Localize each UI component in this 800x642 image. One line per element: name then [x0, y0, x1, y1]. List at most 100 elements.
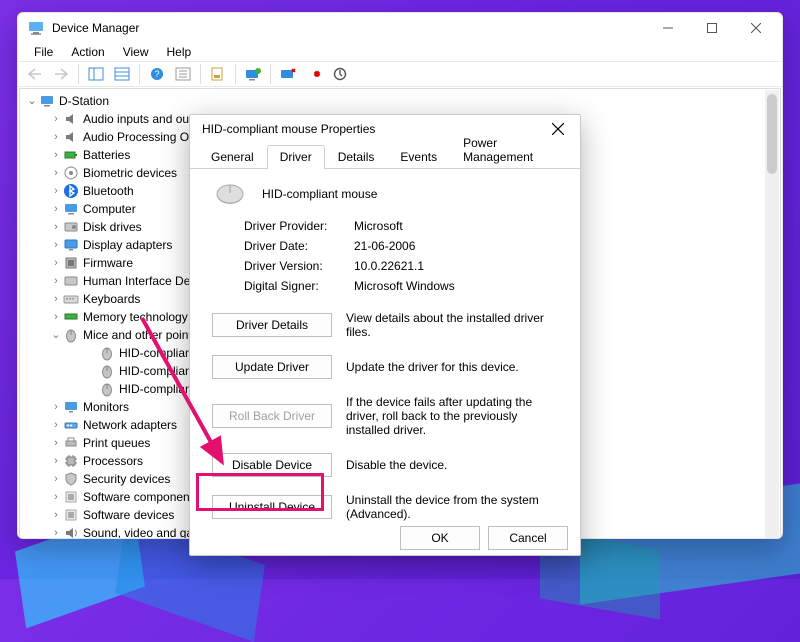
expand-icon[interactable]: › — [49, 236, 63, 254]
help-button[interactable]: ? — [145, 62, 169, 86]
date-label: Driver Date: — [244, 239, 354, 253]
menu-view[interactable]: View — [115, 43, 157, 61]
uninstall-device-button[interactable]: Uninstall Device — [212, 495, 332, 519]
signer-label: Digital Signer: — [244, 279, 354, 293]
titlebar[interactable]: Device Manager — [18, 13, 782, 43]
category-icon — [63, 291, 79, 307]
expand-icon[interactable]: › — [49, 434, 63, 452]
expand-icon[interactable]: › — [49, 272, 63, 290]
tab-events[interactable]: Events — [387, 145, 450, 169]
signer-value: Microsoft Windows — [354, 279, 560, 293]
category-icon — [63, 453, 79, 469]
scrollbar-thumb[interactable] — [767, 94, 777, 174]
toolbar-button-details[interactable] — [171, 62, 195, 86]
tree-label: Monitors — [83, 398, 129, 416]
expand-icon[interactable]: › — [49, 254, 63, 272]
tree-label: Biometric devices — [83, 164, 177, 182]
category-icon — [63, 435, 79, 451]
minimize-button[interactable] — [646, 13, 690, 43]
expand-icon[interactable]: › — [49, 470, 63, 488]
date-value: 21-06-2006 — [354, 239, 560, 253]
disable-button[interactable] — [302, 62, 326, 86]
uninstall-device-desc: Uninstall the device from the system (Ad… — [346, 493, 560, 521]
category-icon — [63, 219, 79, 235]
category-icon — [63, 111, 79, 127]
category-icon — [63, 201, 79, 217]
expand-icon[interactable]: › — [49, 308, 63, 326]
expand-icon[interactable]: › — [49, 182, 63, 200]
category-icon — [63, 525, 79, 539]
expand-icon[interactable]: › — [49, 290, 63, 308]
annotation-arrow-icon — [130, 310, 240, 490]
scan-hardware-button[interactable] — [328, 62, 352, 86]
tree-label: Software components — [83, 488, 199, 506]
expand-icon[interactable]: › — [49, 488, 63, 506]
tab-driver[interactable]: Driver — [267, 145, 325, 169]
provider-value: Microsoft — [354, 219, 560, 233]
computer-icon — [39, 93, 55, 109]
cancel-button[interactable]: Cancel — [488, 526, 568, 550]
menu-file[interactable]: File — [26, 43, 61, 61]
forward-button[interactable] — [49, 62, 73, 86]
expand-icon[interactable]: › — [49, 200, 63, 218]
tree-label: Keyboards — [83, 290, 140, 308]
tab-details[interactable]: Details — [325, 145, 388, 169]
collapse-icon[interactable]: ⌄ — [25, 92, 39, 110]
expand-icon[interactable]: › — [49, 452, 63, 470]
category-icon — [63, 237, 79, 253]
toolbar-button-columns[interactable] — [110, 62, 134, 86]
expand-icon[interactable]: › — [49, 164, 63, 182]
expand-icon[interactable]: › — [49, 398, 63, 416]
category-icon — [63, 471, 79, 487]
svg-text:?: ? — [154, 69, 159, 79]
category-icon — [63, 255, 79, 271]
toolbar: ? — [18, 61, 782, 87]
category-icon — [63, 309, 79, 325]
menu-help[interactable]: Help — [159, 43, 200, 61]
tree-root[interactable]: ⌄ D-Station — [25, 92, 780, 110]
tree-label: Disk drives — [83, 218, 142, 236]
device-name: HID-compliant mouse — [262, 187, 377, 201]
device-properties-dialog: HID-compliant mouse Properties General D… — [189, 114, 581, 556]
ok-button[interactable]: OK — [400, 526, 480, 550]
mouse-icon — [99, 381, 115, 397]
vertical-scrollbar[interactable] — [765, 90, 779, 539]
close-button[interactable] — [734, 13, 778, 43]
version-value: 10.0.22621.1 — [354, 259, 560, 273]
update-driver-button[interactable] — [241, 62, 265, 86]
uninstall-button[interactable] — [276, 62, 300, 86]
tree-label: Software devices — [83, 506, 174, 524]
category-icon — [63, 507, 79, 523]
tree-label: Firmware — [83, 254, 133, 272]
expand-icon[interactable]: › — [49, 146, 63, 164]
collapse-icon[interactable]: ⌄ — [49, 326, 63, 344]
mouse-device-icon — [212, 181, 248, 207]
expand-icon[interactable]: › — [49, 506, 63, 524]
maximize-button[interactable] — [690, 13, 734, 43]
tree-label: Display adapters — [83, 236, 172, 254]
tree-label: Batteries — [83, 146, 130, 164]
expand-icon[interactable]: › — [49, 128, 63, 146]
driver-details-desc: View details about the installed driver … — [346, 311, 560, 339]
category-icon — [63, 273, 79, 289]
back-button[interactable] — [23, 62, 47, 86]
category-icon — [63, 165, 79, 181]
expand-icon[interactable]: › — [49, 416, 63, 434]
device-manager-icon — [28, 20, 44, 36]
window-title: Device Manager — [52, 21, 139, 35]
provider-label: Driver Provider: — [244, 219, 354, 233]
expand-icon[interactable]: › — [49, 218, 63, 236]
properties-button[interactable] — [206, 62, 230, 86]
show-hide-tree-button[interactable] — [84, 62, 108, 86]
expand-icon[interactable]: › — [49, 524, 63, 539]
menu-action[interactable]: Action — [63, 43, 112, 61]
mouse-icon — [63, 327, 79, 343]
tab-general[interactable]: General — [198, 145, 267, 169]
expand-icon[interactable]: › — [49, 110, 63, 128]
dialog-tabs: General Driver Details Events Power Mana… — [190, 143, 580, 169]
disable-device-desc: Disable the device. — [346, 458, 560, 472]
tab-power[interactable]: Power Management — [450, 131, 572, 169]
dialog-title: HID-compliant mouse Properties — [202, 122, 375, 136]
category-icon — [63, 417, 79, 433]
rollback-driver-desc: If the device fails after updating the d… — [346, 395, 560, 437]
